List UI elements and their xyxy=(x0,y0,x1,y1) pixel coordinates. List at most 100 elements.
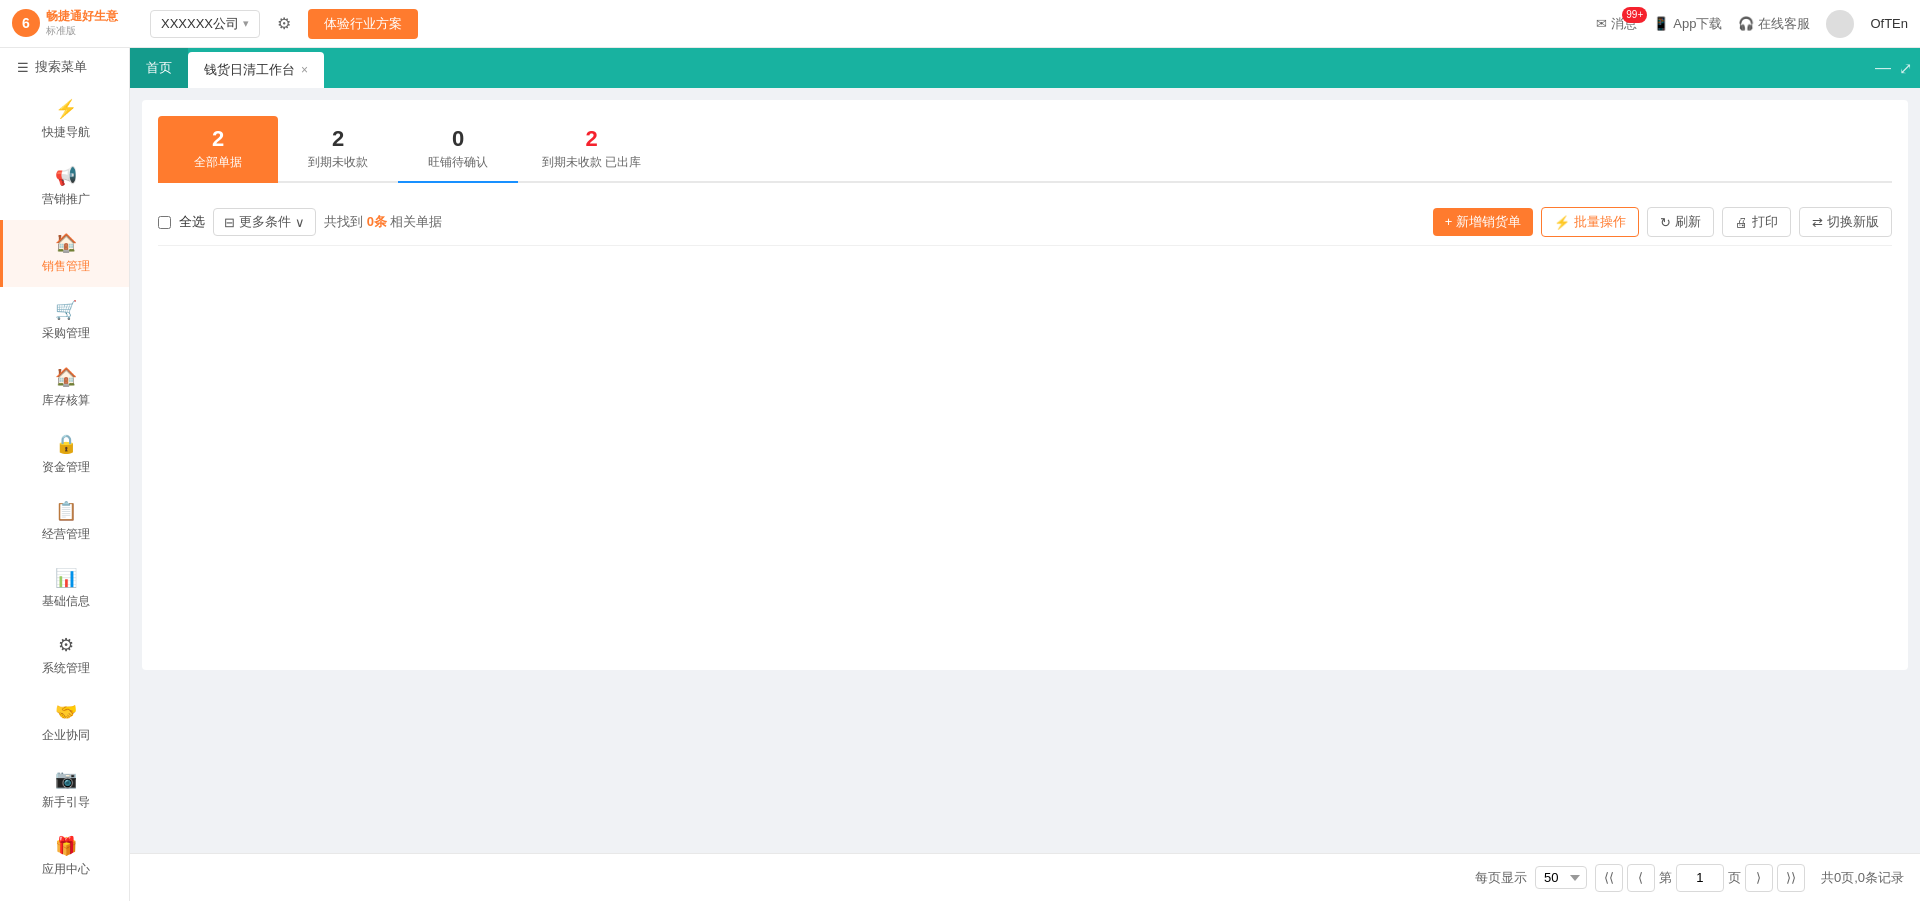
tab-workbench[interactable]: 钱货日清工作台 × xyxy=(188,52,324,88)
settings-button[interactable]: ⚙ xyxy=(268,8,300,40)
finance-icon: 🔒 xyxy=(55,433,77,455)
try-button[interactable]: 体验行业方案 xyxy=(308,9,418,39)
found-text: 共找到 0条 相关单据 xyxy=(324,213,442,231)
sidebar-item-inventory[interactable]: 🏠 库存核算 xyxy=(0,354,129,421)
sidebar-item-basic-info[interactable]: 📊 基础信息 xyxy=(0,555,129,622)
summary-tab-all[interactable]: 2 全部单据 xyxy=(158,116,278,183)
service-button[interactable]: 🎧 在线客服 xyxy=(1738,15,1810,33)
page-last-button[interactable]: ⟩⟩ xyxy=(1777,864,1805,892)
summary-count-overdue: 2 xyxy=(332,126,344,152)
company-selector[interactable]: XXXXXX公司 ▾ xyxy=(150,10,260,38)
app-icon: 📱 xyxy=(1653,16,1669,31)
cooperation-icon: 🤝 xyxy=(55,701,77,723)
app-label: App下载 xyxy=(1673,15,1722,33)
app-download-button[interactable]: 📱 App下载 xyxy=(1653,15,1722,33)
switch-label: 切换新版 xyxy=(1827,213,1879,231)
page-first-button[interactable]: ⟨⟨ xyxy=(1595,864,1623,892)
tab-minimize-button[interactable]: — xyxy=(1875,59,1891,77)
sidebar-item-sales[interactable]: 🏠 销售管理 xyxy=(0,220,129,287)
company-name: XXXXXX公司 xyxy=(161,15,239,33)
refresh-icon: ↻ xyxy=(1660,215,1671,230)
app-center-icon: 🎁 xyxy=(55,835,77,857)
inventory-label: 库存核算 xyxy=(42,392,90,409)
search-menu-icon: ☰ xyxy=(17,60,29,75)
summary-tab-overdue[interactable]: 2 到期未收款 xyxy=(278,116,398,183)
found-suffix: 相关单据 xyxy=(390,214,442,229)
pagination-controls: ⟨⟨ ⟨ 第 页 ⟩ ⟩⟩ xyxy=(1595,864,1805,892)
summary-tab-out[interactable]: 2 到期未收款 已出库 xyxy=(518,116,665,183)
sidebar-item-wechat[interactable]: 💬 企业微信 xyxy=(0,890,129,901)
page-prev-button[interactable]: ⟨ xyxy=(1627,864,1655,892)
sidebar-item-operation[interactable]: 📋 经营管理 xyxy=(0,488,129,555)
per-page-select[interactable]: 50 10 20 100 xyxy=(1535,866,1587,889)
sidebar-item-cooperation[interactable]: 🤝 企业协同 xyxy=(0,689,129,756)
message-badge: 99+ xyxy=(1622,7,1647,23)
page-suffix: 页 xyxy=(1728,869,1741,887)
top-header: 6 畅捷通好生意 标准版 XXXXXX公司 ▾ ⚙ 体验行业方案 ✉ 消息 99… xyxy=(0,0,1920,48)
page-next-button[interactable]: ⟩ xyxy=(1745,864,1773,892)
filter-arrow-icon: ∨ xyxy=(295,215,305,230)
tab-expand-button[interactable]: ⤢ xyxy=(1899,59,1912,78)
basic-info-label: 基础信息 xyxy=(42,593,90,610)
tab-workbench-label: 钱货日清工作台 xyxy=(204,61,295,79)
table-content-area xyxy=(158,254,1892,654)
tab-bar-right: — ⤢ xyxy=(1875,48,1920,88)
guide-label: 新手引导 xyxy=(42,794,90,811)
guide-icon: 📷 xyxy=(55,768,77,790)
header-right: ✉ 消息 99+ 📱 App下载 🎧 在线客服 OfTEn xyxy=(1596,10,1908,38)
quick-nav-label: 快捷导航 xyxy=(42,124,90,141)
filter-icon: ⊟ xyxy=(224,215,235,230)
quick-nav-icon: ⚡ xyxy=(55,98,77,120)
new-order-button[interactable]: + 新增销货单 xyxy=(1433,208,1533,236)
toolbar-left: 全选 ⊟ 更多条件 ∨ 共找到 0条 相关单据 xyxy=(158,208,1425,236)
content-main: 2 全部单据 2 到期未收款 0 旺铺待确认 2 xyxy=(130,88,1920,853)
summary-tab-pending[interactable]: 0 旺铺待确认 xyxy=(398,116,518,183)
print-button[interactable]: 🖨 打印 xyxy=(1722,207,1791,237)
print-label: 打印 xyxy=(1752,213,1778,231)
logo-area: 6 畅捷通好生意 标准版 xyxy=(12,9,142,37)
main-layout: ☰ 搜索菜单 ⚡ 快捷导航 📢 营销推广 🏠 销售管理 🛒 采购管理 🏠 库存核… xyxy=(0,48,1920,901)
filter-button[interactable]: ⊟ 更多条件 ∨ xyxy=(213,208,316,236)
system-label: 系统管理 xyxy=(42,660,90,677)
summary-count-out: 2 xyxy=(586,126,598,152)
summary-label-pending: 旺铺待确认 xyxy=(428,154,488,171)
marketing-label: 营销推广 xyxy=(42,191,90,208)
page-prefix: 第 xyxy=(1659,869,1672,887)
sidebar: ☰ 搜索菜单 ⚡ 快捷导航 📢 营销推广 🏠 销售管理 🛒 采购管理 🏠 库存核… xyxy=(0,48,130,901)
sidebar-item-quick-nav[interactable]: ⚡ 快捷导航 xyxy=(0,86,129,153)
cooperation-label: 企业协同 xyxy=(42,727,90,744)
summary-tabs: 2 全部单据 2 到期未收款 0 旺铺待确认 2 xyxy=(158,116,1892,183)
app-center-label: 应用中心 xyxy=(42,861,90,878)
avatar-name: OfTEn xyxy=(1870,16,1908,31)
tab-home[interactable]: 首页 xyxy=(130,48,188,88)
per-page-label: 每页显示 xyxy=(1475,869,1527,887)
sidebar-item-finance[interactable]: 🔒 资金管理 xyxy=(0,421,129,488)
sidebar-item-system[interactable]: ⚙ 系统管理 xyxy=(0,622,129,689)
sidebar-item-marketing[interactable]: 📢 营销推广 xyxy=(0,153,129,220)
sidebar-item-search[interactable]: ☰ 搜索菜单 xyxy=(0,48,129,86)
page-input[interactable] xyxy=(1676,864,1724,892)
message-button[interactable]: ✉ 消息 99+ xyxy=(1596,15,1637,33)
tab-close-icon[interactable]: × xyxy=(301,63,308,77)
batch-button[interactable]: ⚡ 批量操作 xyxy=(1541,207,1639,237)
sidebar-item-app-center[interactable]: 🎁 应用中心 xyxy=(0,823,129,890)
switch-version-button[interactable]: ⇄ 切换新版 xyxy=(1799,207,1892,237)
select-all-checkbox[interactable] xyxy=(158,216,171,229)
sidebar-item-guide[interactable]: 📷 新手引导 xyxy=(0,756,129,823)
operation-label: 经营管理 xyxy=(42,526,90,543)
purchase-icon: 🛒 xyxy=(55,299,77,321)
footer-bar: 每页显示 50 10 20 100 ⟨⟨ ⟨ 第 页 ⟩ ⟩⟩ 共0页,0条记录 xyxy=(130,853,1920,901)
summary-label-overdue: 到期未收款 xyxy=(308,154,368,171)
system-icon: ⚙ xyxy=(58,634,74,656)
avatar[interactable] xyxy=(1826,10,1854,38)
total-text: 共0页,0条记录 xyxy=(1821,869,1904,887)
search-menu-label: 搜索菜单 xyxy=(35,58,87,76)
logo-title: 畅捷通好生意 xyxy=(46,9,118,23)
logo-text-area: 畅捷通好生意 标准版 xyxy=(46,9,118,37)
filter-label: 更多条件 xyxy=(239,213,291,231)
sales-label: 销售管理 xyxy=(42,258,90,275)
sales-icon: 🏠 xyxy=(55,232,77,254)
refresh-button[interactable]: ↻ 刷新 xyxy=(1647,207,1714,237)
sidebar-item-purchase[interactable]: 🛒 采购管理 xyxy=(0,287,129,354)
marketing-icon: 📢 xyxy=(55,165,77,187)
